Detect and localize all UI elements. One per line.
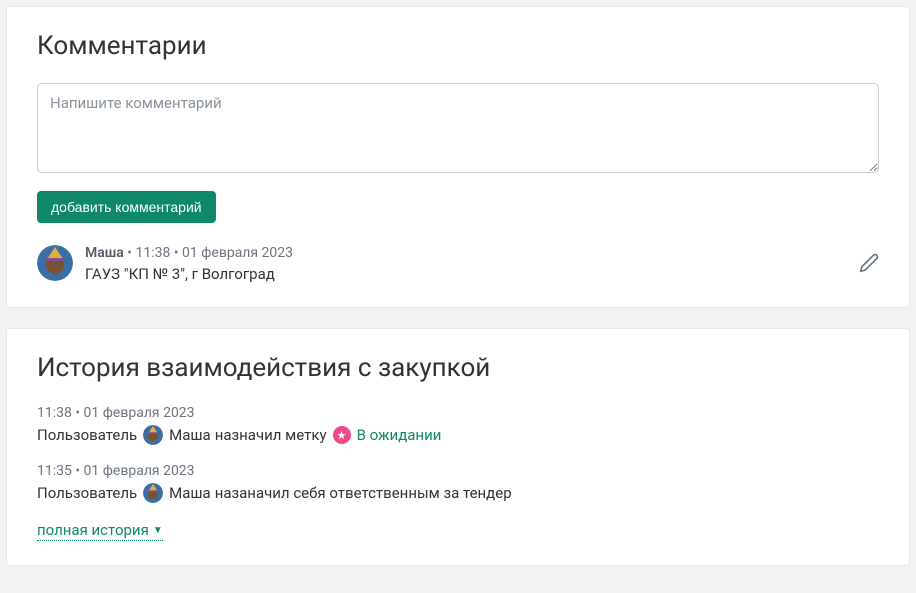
comment-input[interactable] <box>37 83 879 173</box>
history-card: История взаимодействия с закупкой 11:38 … <box>6 328 910 566</box>
add-comment-button[interactable]: добавить комментарий <box>37 191 216 223</box>
star-icon: ★ <box>333 426 351 444</box>
avatar <box>143 483 163 503</box>
comment-item: Маша • 11:38 • 01 февраля 2023 ГАУЗ "КП … <box>37 245 879 283</box>
full-history-link[interactable]: полная история ▼ <box>37 521 163 541</box>
comments-title: Комментарии <box>37 31 879 61</box>
avatar <box>37 245 73 281</box>
comment-body: Маша • 11:38 • 01 февраля 2023 ГАУЗ "КП … <box>85 245 879 283</box>
avatar <box>143 425 163 445</box>
comment-author: Маша <box>85 245 124 261</box>
edit-icon[interactable] <box>859 253 879 273</box>
comment-time: 11:38 <box>135 245 170 261</box>
history-text: Пользователь Маша назначил метку ★ В ожи… <box>37 425 879 445</box>
history-timestamp: 11:35 • 01 февраля 2023 <box>37 463 879 479</box>
comment-meta: Маша • 11:38 • 01 февраля 2023 <box>85 245 879 261</box>
comment-text: ГАУЗ "КП № 3", г Волгоград <box>85 265 879 283</box>
history-text: Пользователь Маша назаначил себя ответст… <box>37 483 879 503</box>
history-title: История взаимодействия с закупкой <box>37 353 879 383</box>
history-item: 11:38 • 01 февраля 2023 Пользователь Маш… <box>37 405 879 445</box>
comments-card: Комментарии добавить комментарий Маша • … <box>6 6 910 308</box>
history-item: 11:35 • 01 февраля 2023 Пользователь Маш… <box>37 463 879 503</box>
chevron-down-icon: ▼ <box>153 525 163 536</box>
status-badge: В ожидании <box>357 426 442 444</box>
comment-date: 01 февраля 2023 <box>182 245 293 261</box>
history-timestamp: 11:38 • 01 февраля 2023 <box>37 405 879 421</box>
